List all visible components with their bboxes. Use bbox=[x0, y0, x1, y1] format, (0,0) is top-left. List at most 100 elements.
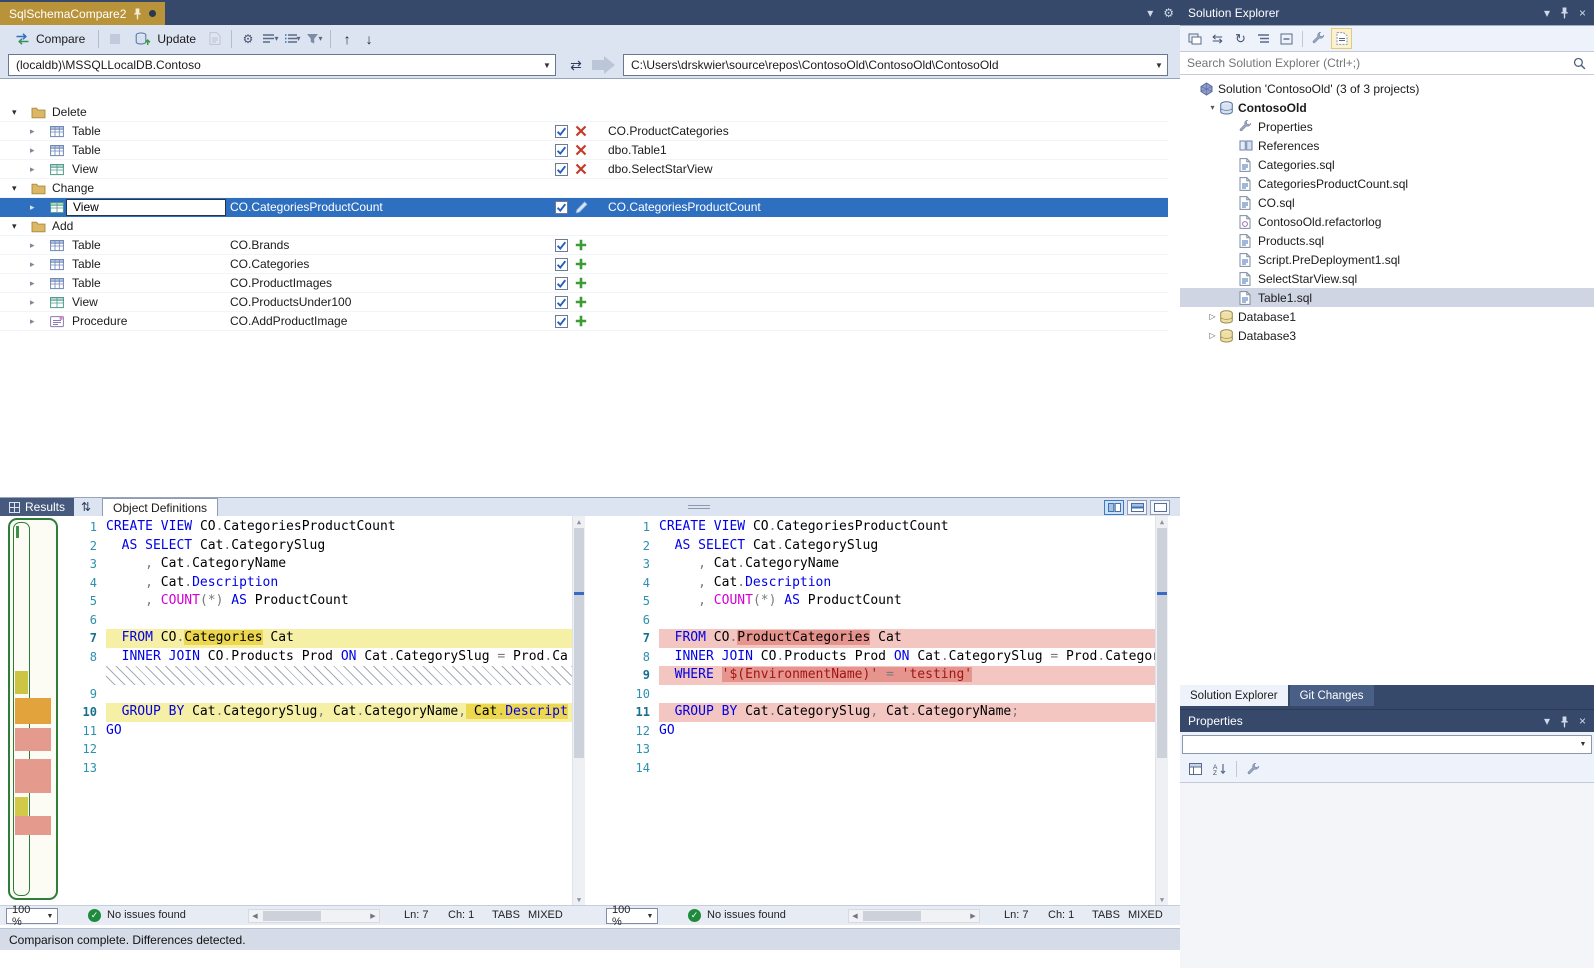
include-checkbox[interactable] bbox=[555, 277, 568, 290]
source-dropdown[interactable]: (localdb)\MSSQLLocalDB.Contoso ▼ bbox=[8, 54, 556, 76]
compare-item-row[interactable]: ▸TableCO.ProductCategories bbox=[0, 122, 1168, 141]
compare-item-row[interactable]: ▸ProcedureCO.AddProductImage bbox=[0, 312, 1168, 331]
tree-item[interactable]: ▾ContosoOld bbox=[1180, 98, 1594, 117]
row-expander-icon[interactable]: ▸ bbox=[30, 198, 35, 217]
compare-item-row[interactable]: ▸Tabledbo.Table1 bbox=[0, 141, 1168, 160]
compare-item-row[interactable]: ▸TableCO.ProductImages bbox=[0, 274, 1168, 293]
row-expander-icon[interactable]: ▸ bbox=[30, 160, 35, 179]
tab-object-definitions[interactable]: Object Definitions bbox=[102, 498, 218, 516]
compare-results-grid[interactable]: ▾Delete▸TableCO.ProductCategories▸Tabled… bbox=[0, 78, 1180, 497]
scroll-left-arrow-icon[interactable]: ◀ bbox=[849, 912, 861, 920]
group-expander-icon[interactable]: ▾ bbox=[12, 179, 17, 198]
pin-icon[interactable] bbox=[1560, 6, 1569, 20]
target-code-editor[interactable]: 1234567891011121314 CREATE VIEW CO.Categ… bbox=[615, 516, 1168, 905]
nest-files-icon[interactable] bbox=[1253, 28, 1274, 49]
close-icon[interactable]: × bbox=[1579, 714, 1586, 728]
scrollbar-thumb[interactable] bbox=[574, 528, 584, 758]
scrollbar-thumb[interactable] bbox=[263, 911, 321, 921]
properties-wrench-icon[interactable] bbox=[1308, 28, 1329, 49]
tree-item[interactable]: ▷Database3 bbox=[1180, 326, 1594, 345]
horizontal-scrollbar[interactable]: ◀ ▶ bbox=[248, 909, 380, 923]
tab-solution-explorer[interactable]: Solution Explorer bbox=[1180, 685, 1288, 706]
compare-button[interactable]: Compare bbox=[7, 28, 91, 50]
chevron-down-icon[interactable]: ▾ bbox=[1544, 714, 1550, 728]
compare-item-row[interactable]: ▸ViewCO.ProductsUnder100 bbox=[0, 293, 1168, 312]
layout-stacked-button[interactable] bbox=[1127, 500, 1147, 515]
compare-item-row[interactable]: ▸TableCO.Categories bbox=[0, 255, 1168, 274]
row-expander-icon[interactable]: ▸ bbox=[30, 236, 35, 255]
compare-item-row[interactable]: ▸ViewCO.CategoriesProductCountCO.Categor… bbox=[0, 198, 1168, 217]
document-tab[interactable]: SqlSchemaCompare2 bbox=[0, 2, 165, 25]
scroll-down-arrow-icon[interactable]: ▼ bbox=[573, 894, 585, 905]
group-results-dropdown[interactable]: ▾ bbox=[261, 30, 279, 48]
row-expander-icon[interactable]: ▸ bbox=[30, 274, 35, 293]
property-pages-wrench-icon[interactable] bbox=[1243, 759, 1264, 780]
row-expander-icon[interactable]: ▸ bbox=[30, 293, 35, 312]
scroll-down-arrow-icon[interactable]: ▼ bbox=[1156, 894, 1168, 905]
layout-single-button[interactable] bbox=[1150, 500, 1170, 515]
include-checkbox[interactable] bbox=[555, 144, 568, 157]
group-expander-icon[interactable]: ▾ bbox=[12, 103, 17, 122]
tree-item[interactable]: CategoriesProductCount.sql bbox=[1180, 174, 1594, 193]
swap-source-target-button[interactable]: ⇄ bbox=[564, 55, 588, 75]
tree-item[interactable]: Script.PreDeployment1.sql bbox=[1180, 250, 1594, 269]
filter-dropdown[interactable]: ▾ bbox=[305, 30, 323, 48]
vertical-scrollbar[interactable]: ▲ ▼ bbox=[1155, 516, 1168, 905]
tree-item[interactable]: References bbox=[1180, 136, 1594, 155]
next-difference-button[interactable]: ↓ bbox=[360, 30, 378, 48]
zoom-dropdown[interactable]: 100 % ▼ bbox=[606, 908, 658, 924]
target-dropdown[interactable]: C:\Users\drskwier\source\repos\ContosoOl… bbox=[623, 54, 1168, 76]
splitter-grip[interactable] bbox=[688, 503, 710, 511]
row-expander-icon[interactable]: ▸ bbox=[30, 122, 35, 141]
chevron-down-icon[interactable]: ▼ bbox=[539, 55, 555, 75]
include-checkbox[interactable] bbox=[555, 296, 568, 309]
group-expander-icon[interactable]: ▾ bbox=[12, 217, 17, 236]
layout-side-by-side-button[interactable] bbox=[1104, 500, 1124, 515]
source-code-editor[interactable]: 12345678910111213 CREATE VIEW CO.Categor… bbox=[62, 516, 585, 905]
solution-explorer-tree[interactable]: Solution 'ContosoOld' (3 of 3 projects)▾… bbox=[1180, 75, 1594, 685]
diff-overview-map[interactable] bbox=[8, 518, 58, 900]
switch-views-icon[interactable] bbox=[1184, 28, 1205, 49]
solution-explorer-search[interactable] bbox=[1180, 52, 1594, 75]
scroll-up-arrow-icon[interactable]: ▲ bbox=[573, 516, 585, 527]
search-icon[interactable] bbox=[1567, 57, 1591, 70]
gear-icon[interactable]: ⚙ bbox=[1163, 6, 1174, 20]
sync-with-active-document-icon[interactable]: ⇆ bbox=[1207, 28, 1228, 49]
collapse-all-icon[interactable] bbox=[1276, 28, 1297, 49]
object-dropdown[interactable]: ▼ bbox=[1182, 735, 1592, 754]
tree-item[interactable]: ▷Database1 bbox=[1180, 307, 1594, 326]
compare-group-row[interactable]: ▾Delete bbox=[0, 103, 1168, 122]
tree-item[interactable]: Table1.sql bbox=[1180, 288, 1594, 307]
pin-icon[interactable] bbox=[133, 7, 142, 21]
tree-item[interactable]: SelectStarView.sql bbox=[1180, 269, 1594, 288]
include-checkbox[interactable] bbox=[555, 239, 568, 252]
row-expander-icon[interactable]: ▸ bbox=[30, 141, 35, 160]
alphabetical-sort-icon[interactable]: AZ bbox=[1209, 759, 1230, 780]
scrollbar-thumb[interactable] bbox=[1157, 528, 1167, 758]
scroll-left-arrow-icon[interactable]: ◀ bbox=[249, 912, 261, 920]
options-gear-button[interactable]: ⚙ bbox=[239, 30, 257, 48]
vertical-scrollbar[interactable]: ▲ ▼ bbox=[572, 516, 585, 905]
compare-group-row[interactable]: ▾Add bbox=[0, 217, 1168, 236]
show-all-files-icon[interactable] bbox=[1331, 28, 1352, 49]
refresh-icon[interactable]: ↻ bbox=[1230, 28, 1251, 49]
tree-item[interactable]: CO.sql bbox=[1180, 193, 1594, 212]
scroll-up-arrow-icon[interactable]: ▲ bbox=[1156, 516, 1168, 527]
collapsed-chevron-icon[interactable]: ▷ bbox=[1206, 331, 1219, 340]
include-checkbox[interactable] bbox=[555, 315, 568, 328]
compare-item-row[interactable]: ▸TableCO.Brands bbox=[0, 236, 1168, 255]
document-list-chevron-icon[interactable]: ▾ bbox=[1147, 6, 1153, 20]
chevron-down-icon[interactable]: ▾ bbox=[1544, 6, 1550, 20]
categorized-icon[interactable] bbox=[1185, 759, 1206, 780]
row-expander-icon[interactable]: ▸ bbox=[30, 312, 35, 331]
include-checkbox[interactable] bbox=[555, 163, 568, 176]
display-options-dropdown[interactable]: ▾ bbox=[283, 30, 301, 48]
scrollbar-thumb[interactable] bbox=[863, 911, 921, 921]
tree-item[interactable]: Categories.sql bbox=[1180, 155, 1594, 174]
include-checkbox[interactable] bbox=[555, 125, 568, 138]
tab-git-changes[interactable]: Git Changes bbox=[1290, 685, 1374, 706]
compare-group-row[interactable]: ▾Change bbox=[0, 179, 1168, 198]
pin-icon[interactable] bbox=[1560, 714, 1569, 728]
tree-item[interactable]: ContosoOld.refactorlog bbox=[1180, 212, 1594, 231]
tab-results[interactable]: Results bbox=[0, 498, 74, 516]
